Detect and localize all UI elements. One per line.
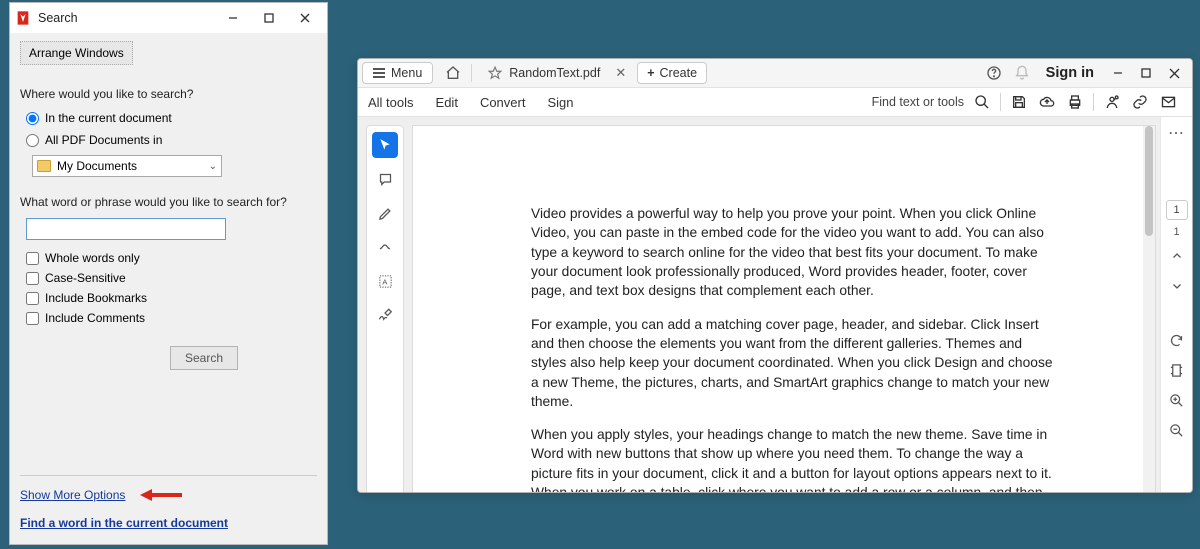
arrange-windows-button[interactable]: Arrange Windows xyxy=(20,41,133,65)
cloud-button[interactable] xyxy=(1033,88,1061,116)
create-button[interactable]: + Create xyxy=(637,62,707,84)
search-icon[interactable] xyxy=(968,88,996,116)
save-button[interactable] xyxy=(1005,88,1033,116)
divider xyxy=(1093,93,1094,111)
rotate-button[interactable] xyxy=(1165,328,1189,352)
chk-comments-input[interactable] xyxy=(26,312,39,325)
sign-in-button[interactable]: Sign in xyxy=(1046,65,1094,81)
create-label: Create xyxy=(660,66,698,80)
document-page: Video provides a powerful way to help yo… xyxy=(412,125,1156,493)
page-total: 1 xyxy=(1173,226,1179,238)
tab-close-button[interactable]: ✕ xyxy=(610,65,631,81)
tab-title: RandomText.pdf xyxy=(509,66,600,80)
menu-button[interactable]: Menu xyxy=(362,62,433,84)
link-button[interactable] xyxy=(1126,88,1154,116)
share-button[interactable] xyxy=(1098,88,1126,116)
select-tool[interactable] xyxy=(372,132,398,158)
left-tool-rail: A xyxy=(366,125,404,493)
radio-current-document[interactable]: In the current document xyxy=(26,111,317,125)
comment-tool[interactable] xyxy=(372,166,398,192)
folder-icon xyxy=(37,160,51,172)
help-button[interactable] xyxy=(980,59,1008,87)
email-button[interactable] xyxy=(1154,88,1182,116)
close-button[interactable] xyxy=(287,4,323,32)
divider xyxy=(1000,93,1001,111)
search-title: Search xyxy=(38,11,215,25)
radio-all-pdf[interactable]: All PDF Documents in xyxy=(26,133,317,147)
chk-comments-label: Include Comments xyxy=(45,311,145,325)
content-area: A Video provides a powerful way to help … xyxy=(358,117,1192,493)
convert-link[interactable]: Convert xyxy=(480,95,526,110)
chk-include-bookmarks[interactable]: Include Bookmarks xyxy=(26,291,317,305)
radio-all-label: All PDF Documents in xyxy=(45,133,162,147)
page-scrollbar[interactable] xyxy=(1143,126,1155,493)
home-button[interactable] xyxy=(439,59,467,87)
svg-text:A: A xyxy=(382,277,387,286)
chk-bookmarks-input[interactable] xyxy=(26,292,39,305)
notification-button[interactable] xyxy=(1008,59,1036,87)
chk-case-label: Case-Sensitive xyxy=(45,271,126,285)
chk-whole-label: Whole words only xyxy=(45,251,140,265)
show-more-options-link[interactable]: Show More Options xyxy=(20,488,125,502)
acrobat-icon xyxy=(14,9,32,27)
radio-all-input[interactable] xyxy=(26,134,39,147)
menu-label: Menu xyxy=(391,66,422,80)
page-up-button[interactable] xyxy=(1165,244,1189,268)
plus-icon: + xyxy=(647,66,654,80)
secondary-toolbar: All tools Edit Convert Sign Find text or… xyxy=(358,88,1192,117)
folder-selected-label: My Documents xyxy=(57,159,137,173)
edit-link[interactable]: Edit xyxy=(436,95,458,110)
zoom-in-button[interactable] xyxy=(1165,388,1189,412)
document-paragraph: When you apply styles, your headings cha… xyxy=(531,425,1055,493)
highlight-tool[interactable] xyxy=(372,200,398,226)
folder-dropdown[interactable]: My Documents ⌄ xyxy=(32,155,222,177)
star-icon xyxy=(488,66,502,80)
document-paragraph: For example, you can add a matching cove… xyxy=(531,315,1055,412)
sign-tool[interactable] xyxy=(372,302,398,328)
document-paragraph: Video provides a powerful way to help yo… xyxy=(531,204,1055,301)
divider xyxy=(471,64,472,82)
text-tool[interactable]: A xyxy=(372,268,398,294)
all-tools-link[interactable]: All tools xyxy=(368,95,414,110)
document-tab[interactable]: RandomText.pdf xyxy=(480,62,608,84)
draw-tool[interactable] xyxy=(372,234,398,260)
search-input[interactable] xyxy=(26,218,226,240)
radio-current-input[interactable] xyxy=(26,112,39,125)
where-label: Where would you like to search? xyxy=(20,87,317,101)
search-panel: Search Arrange Windows Where would you l… xyxy=(9,2,328,545)
main-titlebar: Menu RandomText.pdf ✕ + Create Sign in xyxy=(358,59,1192,88)
search-titlebar: Search xyxy=(10,3,327,33)
chk-case-sensitive[interactable]: Case-Sensitive xyxy=(26,271,317,285)
chevron-down-icon: ⌄ xyxy=(209,161,217,172)
zoom-out-button[interactable] xyxy=(1165,418,1189,442)
hamburger-icon xyxy=(373,66,385,79)
print-button[interactable] xyxy=(1061,88,1089,116)
chk-include-comments[interactable]: Include Comments xyxy=(26,311,317,325)
main-close-button[interactable] xyxy=(1160,59,1188,87)
minimize-button[interactable] xyxy=(215,4,251,32)
main-minimize-button[interactable] xyxy=(1104,59,1132,87)
radio-current-label: In the current document xyxy=(45,111,172,125)
chk-case-input[interactable] xyxy=(26,272,39,285)
search-button[interactable]: Search xyxy=(170,346,238,370)
find-text-label[interactable]: Find text or tools xyxy=(872,95,964,109)
main-maximize-button[interactable] xyxy=(1132,59,1160,87)
find-word-link[interactable]: Find a word in the current document xyxy=(20,516,228,530)
page-number-input[interactable]: 1 xyxy=(1166,200,1188,220)
phrase-label: What word or phrase would you like to se… xyxy=(20,195,317,209)
annotation-arrow-icon xyxy=(140,488,182,500)
right-gutter: ⋯ 1 1 xyxy=(1160,117,1192,493)
page-display-button[interactable] xyxy=(1165,358,1189,382)
chk-whole-words[interactable]: Whole words only xyxy=(26,251,317,265)
maximize-button[interactable] xyxy=(251,4,287,32)
page-down-button[interactable] xyxy=(1165,274,1189,298)
chk-whole-input[interactable] xyxy=(26,252,39,265)
more-options-icon[interactable]: ⋯ xyxy=(1168,123,1185,143)
sign-link[interactable]: Sign xyxy=(547,95,573,110)
chk-bookmarks-label: Include Bookmarks xyxy=(45,291,147,305)
acrobat-window: Menu RandomText.pdf ✕ + Create Sign in A… xyxy=(357,58,1193,493)
